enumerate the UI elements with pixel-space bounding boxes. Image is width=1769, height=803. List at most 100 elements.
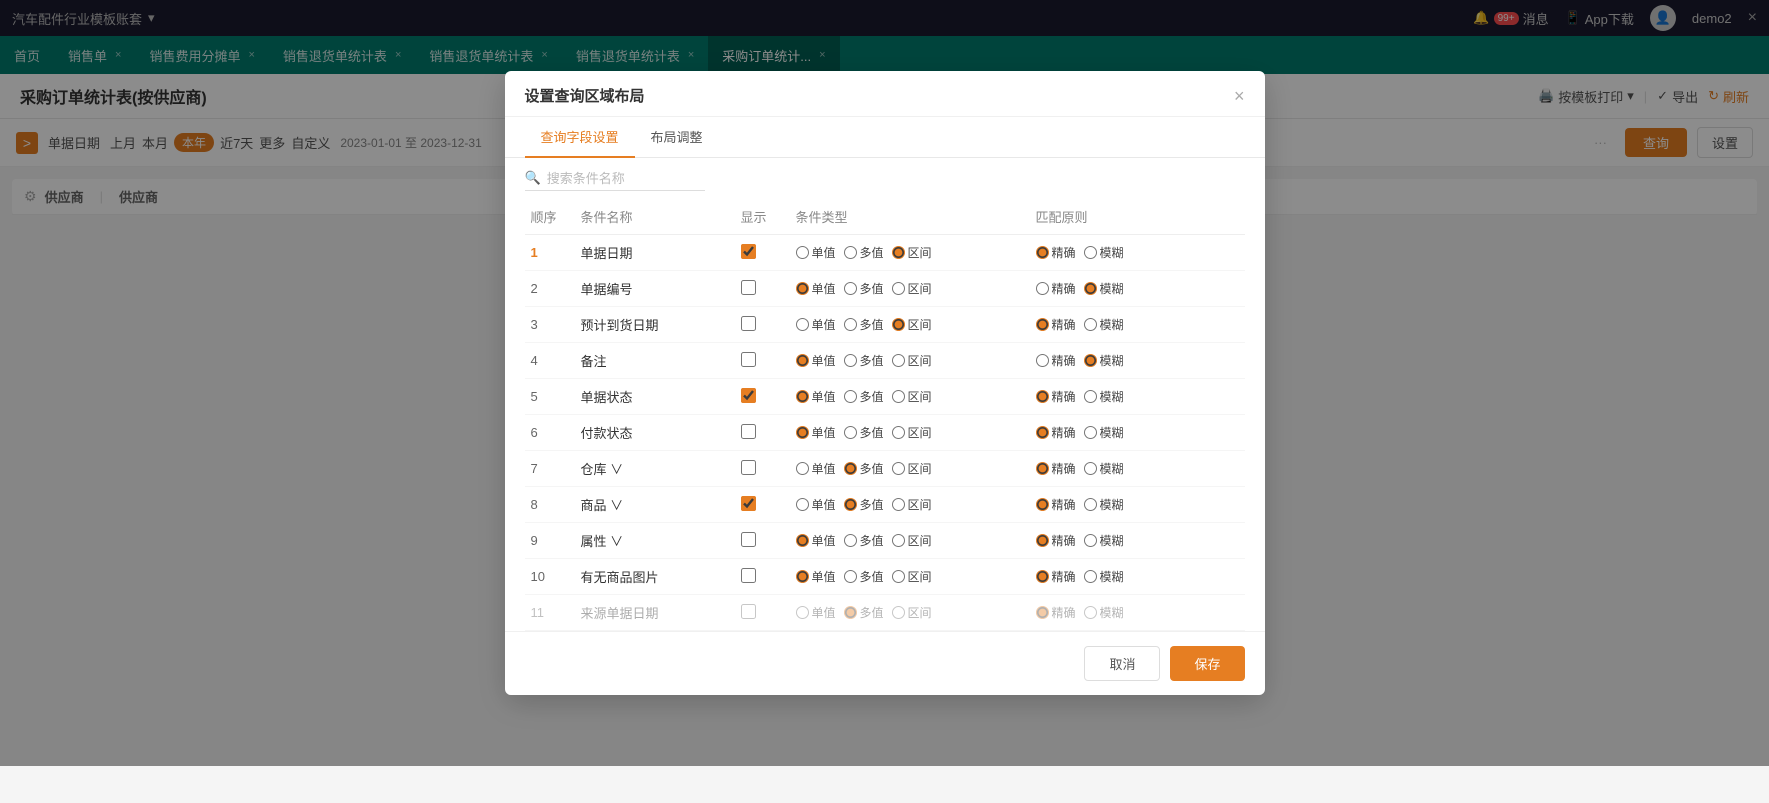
row-type-opt-区间-0[interactable]: 区间 xyxy=(892,244,932,261)
table-row: 5单据状态单值多值区间精确模糊 xyxy=(525,379,1245,415)
row-type-opt-单值-7[interactable]: 单值 xyxy=(796,496,836,513)
row-type-opt-多值-5[interactable]: 多值 xyxy=(844,424,884,441)
row-type-group-7: 单值多值区间 xyxy=(796,496,1024,513)
save-button[interactable]: 保存 xyxy=(1170,646,1244,681)
row-type-opt-单值-9[interactable]: 单值 xyxy=(796,568,836,585)
row-type-opt-单值-10[interactable]: 单值 xyxy=(796,604,836,621)
dialog-close-button[interactable]: × xyxy=(1234,87,1245,105)
row-type-group-3: 单值多值区间 xyxy=(796,352,1024,369)
row-type-opt-区间-7[interactable]: 区间 xyxy=(892,496,932,513)
row-match-group-5: 精确模糊 xyxy=(1036,424,1239,441)
row-order-7: 8 xyxy=(531,497,538,512)
row-display-cb-2[interactable] xyxy=(741,316,756,331)
row-match-opt-模糊-4[interactable]: 模糊 xyxy=(1084,388,1124,405)
row-match-opt-精确-9[interactable]: 精确 xyxy=(1036,568,1076,585)
row-order-9: 10 xyxy=(531,569,545,584)
row-display-cb-9[interactable] xyxy=(741,568,756,583)
row-type-opt-区间-5[interactable]: 区间 xyxy=(892,424,932,441)
row-type-opt-单值-4[interactable]: 单值 xyxy=(796,388,836,405)
row-match-opt-精确-2[interactable]: 精确 xyxy=(1036,316,1076,333)
row-type-opt-多值-6[interactable]: 多值 xyxy=(844,460,884,477)
dialog-tabs: 查询字段设置 布局调整 xyxy=(505,117,1265,158)
row-type-opt-多值-8[interactable]: 多值 xyxy=(844,532,884,549)
row-type-opt-区间-2[interactable]: 区间 xyxy=(892,316,932,333)
row-match-group-4: 精确模糊 xyxy=(1036,388,1239,405)
row-match-opt-模糊-10[interactable]: 模糊 xyxy=(1084,604,1124,621)
row-match-opt-模糊-2[interactable]: 模糊 xyxy=(1084,316,1124,333)
row-type-opt-多值-3[interactable]: 多值 xyxy=(844,352,884,369)
tab-query-settings[interactable]: 查询字段设置 xyxy=(525,117,635,158)
row-match-opt-模糊-1[interactable]: 模糊 xyxy=(1084,280,1124,297)
tab-layout-adjust[interactable]: 布局调整 xyxy=(635,117,719,158)
row-type-opt-单值-6[interactable]: 单值 xyxy=(796,460,836,477)
row-display-cb-8[interactable] xyxy=(741,532,756,547)
row-display-cb-4[interactable] xyxy=(741,388,756,403)
row-type-opt-区间-4[interactable]: 区间 xyxy=(892,388,932,405)
row-display-cb-5[interactable] xyxy=(741,424,756,439)
row-match-opt-模糊-0[interactable]: 模糊 xyxy=(1084,244,1124,261)
row-order-4: 5 xyxy=(531,389,538,404)
row-type-opt-多值-9[interactable]: 多值 xyxy=(844,568,884,585)
row-display-cb-10[interactable] xyxy=(741,604,756,619)
row-type-opt-多值-1[interactable]: 多值 xyxy=(844,280,884,297)
row-type-opt-多值-4[interactable]: 多值 xyxy=(844,388,884,405)
row-display-cb-0[interactable] xyxy=(741,244,756,259)
row-type-opt-单值-2[interactable]: 单值 xyxy=(796,316,836,333)
row-type-group-9: 单值多值区间 xyxy=(796,568,1024,585)
row-match-opt-精确-8[interactable]: 精确 xyxy=(1036,532,1076,549)
search-input[interactable] xyxy=(547,171,697,186)
row-type-group-2: 单值多值区间 xyxy=(796,316,1024,333)
row-type-opt-区间-10[interactable]: 区间 xyxy=(892,604,932,621)
row-type-opt-多值-7[interactable]: 多值 xyxy=(844,496,884,513)
row-type-opt-区间-3[interactable]: 区间 xyxy=(892,352,932,369)
row-order-2: 3 xyxy=(531,317,538,332)
row-type-opt-多值-2[interactable]: 多值 xyxy=(844,316,884,333)
settings-dialog: 设置查询区域布局 × 查询字段设置 布局调整 🔍 顺序 xyxy=(505,71,1265,695)
row-match-opt-模糊-9[interactable]: 模糊 xyxy=(1084,568,1124,585)
table-row: 8商品 ∨单值多值区间精确模糊 xyxy=(525,487,1245,523)
cancel-button[interactable]: 取消 xyxy=(1084,646,1160,681)
table-row: 7仓库 ∨单值多值区间精确模糊 xyxy=(525,451,1245,487)
row-match-opt-精确-3[interactable]: 精确 xyxy=(1036,352,1076,369)
row-match-group-7: 精确模糊 xyxy=(1036,496,1239,513)
row-name-1: 单据编号 xyxy=(581,282,633,297)
row-match-opt-精确-6[interactable]: 精确 xyxy=(1036,460,1076,477)
table-row: 6付款状态单值多值区间精确模糊 xyxy=(525,415,1245,451)
row-type-opt-区间-9[interactable]: 区间 xyxy=(892,568,932,585)
row-type-opt-单值-1[interactable]: 单值 xyxy=(796,280,836,297)
row-match-opt-模糊-3[interactable]: 模糊 xyxy=(1084,352,1124,369)
row-display-cb-6[interactable] xyxy=(741,460,756,475)
row-type-group-6: 单值多值区间 xyxy=(796,460,1024,477)
row-name-3: 备注 xyxy=(581,354,607,369)
row-type-opt-区间-8[interactable]: 区间 xyxy=(892,532,932,549)
row-type-opt-单值-3[interactable]: 单值 xyxy=(796,352,836,369)
row-match-opt-精确-5[interactable]: 精确 xyxy=(1036,424,1076,441)
row-match-group-6: 精确模糊 xyxy=(1036,460,1239,477)
dialog-search-area: 🔍 xyxy=(505,158,1265,199)
row-type-opt-区间-1[interactable]: 区间 xyxy=(892,280,932,297)
row-display-cb-1[interactable] xyxy=(741,280,756,295)
row-match-opt-模糊-6[interactable]: 模糊 xyxy=(1084,460,1124,477)
row-type-opt-单值-5[interactable]: 单值 xyxy=(796,424,836,441)
row-match-opt-模糊-7[interactable]: 模糊 xyxy=(1084,496,1124,513)
row-match-opt-精确-10[interactable]: 精确 xyxy=(1036,604,1076,621)
row-match-group-1: 精确模糊 xyxy=(1036,280,1239,297)
row-match-group-8: 精确模糊 xyxy=(1036,532,1239,549)
row-order-10: 11 xyxy=(531,605,545,620)
row-match-opt-精确-7[interactable]: 精确 xyxy=(1036,496,1076,513)
row-match-opt-模糊-5[interactable]: 模糊 xyxy=(1084,424,1124,441)
row-match-opt-精确-1[interactable]: 精确 xyxy=(1036,280,1076,297)
row-type-opt-多值-10[interactable]: 多值 xyxy=(844,604,884,621)
row-order-0: 1 xyxy=(531,245,538,260)
row-display-cb-3[interactable] xyxy=(741,352,756,367)
row-type-opt-单值-0[interactable]: 单值 xyxy=(796,244,836,261)
row-type-opt-多值-0[interactable]: 多值 xyxy=(844,244,884,261)
tab-query-label: 查询字段设置 xyxy=(541,130,619,145)
row-type-opt-单值-8[interactable]: 单值 xyxy=(796,532,836,549)
table-row: 9属性 ∨单值多值区间精确模糊 xyxy=(525,523,1245,559)
row-match-opt-精确-4[interactable]: 精确 xyxy=(1036,388,1076,405)
row-match-opt-模糊-8[interactable]: 模糊 xyxy=(1084,532,1124,549)
row-type-opt-区间-6[interactable]: 区间 xyxy=(892,460,932,477)
row-display-cb-7[interactable] xyxy=(741,496,756,511)
row-match-opt-精确-0[interactable]: 精确 xyxy=(1036,244,1076,261)
